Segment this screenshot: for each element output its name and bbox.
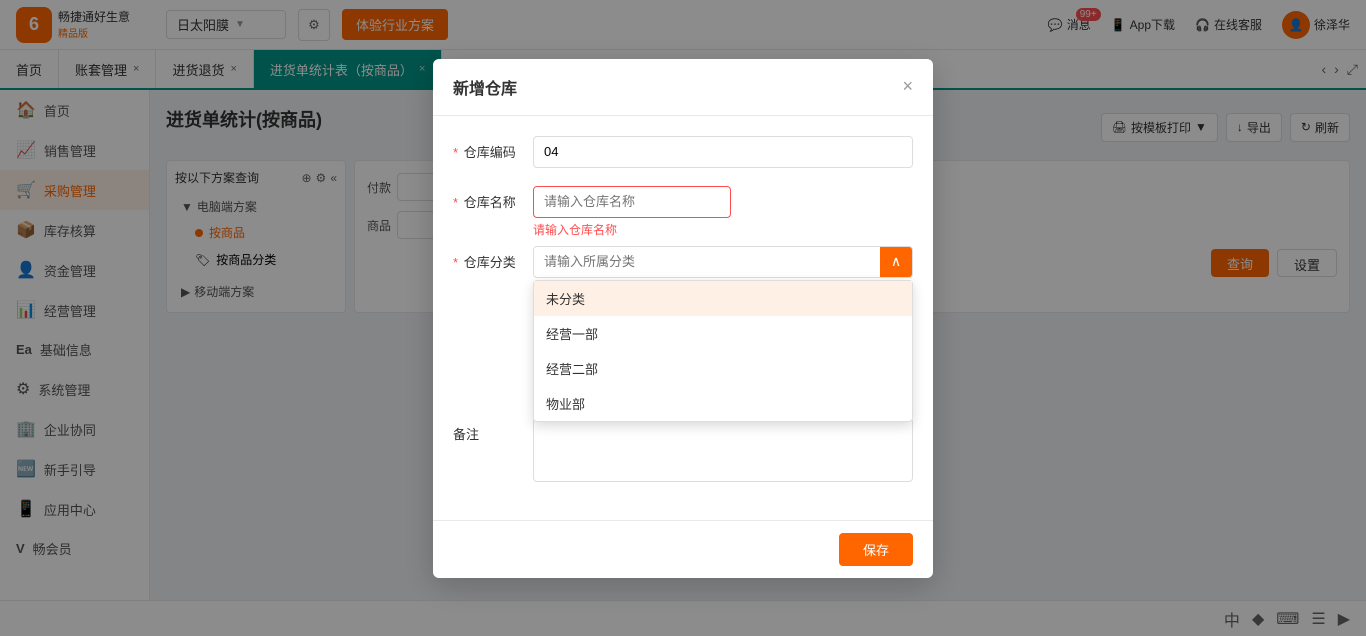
form-row-code: * 仓库编码 — [453, 136, 913, 168]
name-error-msg: 请输入仓库名称 — [533, 221, 617, 238]
dropdown-item-none[interactable]: 未分类 — [534, 281, 912, 316]
classify-input-row: ∧ — [533, 246, 913, 278]
modal-close-btn[interactable]: × — [902, 76, 913, 97]
dropdown-item-dept1[interactable]: 经营一部 — [534, 316, 912, 351]
modal-title: 新增仓库 — [453, 75, 517, 99]
modal-add-warehouse: 新增仓库 × * 仓库编码 * 仓库名称 请输入仓库名称 — [433, 59, 933, 578]
dropdown-item-dept2[interactable]: 经营二部 — [534, 351, 912, 386]
remark-textarea[interactable] — [533, 418, 913, 482]
form-row-name: * 仓库名称 请输入仓库名称 — [453, 186, 913, 218]
code-label: * 仓库编码 — [453, 136, 533, 161]
dropdown-item-dept3[interactable]: 物业部 — [534, 386, 912, 421]
classify-toggle-btn[interactable]: ∧ — [880, 247, 912, 277]
classify-required-star: * — [453, 255, 458, 270]
classify-label: * 仓库分类 — [453, 246, 533, 271]
classify-wrapper: ∧ 未分类 经营一部 经营二部 物业部 — [533, 246, 913, 278]
modal-overlay: 新增仓库 × * 仓库编码 * 仓库名称 请输入仓库名称 — [0, 0, 1366, 636]
modal-save-btn[interactable]: 保存 — [839, 533, 913, 566]
remark-label: 备注 — [453, 418, 533, 443]
name-required-star: * — [453, 195, 458, 210]
name-label: * 仓库名称 — [453, 186, 533, 211]
form-row-remark: 备注 — [453, 418, 913, 482]
name-input[interactable] — [533, 186, 731, 218]
code-input[interactable] — [533, 136, 913, 168]
modal-body: * 仓库编码 * 仓库名称 请输入仓库名称 * — [433, 116, 933, 520]
form-row-classify: * 仓库分类 ∧ 未分类 经营一部 经营二部 物业部 — [453, 246, 913, 278]
modal-header: 新增仓库 × — [433, 59, 933, 116]
modal-footer: 保存 — [433, 520, 933, 578]
classify-dropdown: 未分类 经营一部 经营二部 物业部 — [533, 280, 913, 422]
code-required-star: * — [453, 145, 458, 160]
classify-input[interactable] — [534, 248, 880, 275]
